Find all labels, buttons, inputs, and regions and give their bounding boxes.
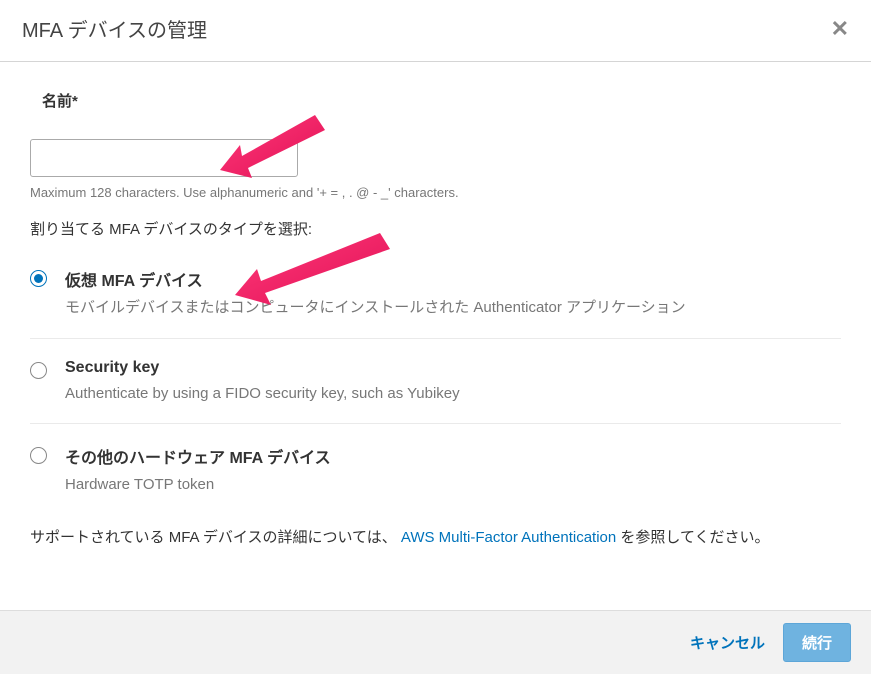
name-label: 名前* [42,90,841,111]
radio-title: Security key [65,359,841,377]
device-type-radio-group: 仮想 MFA デバイス モバイルデバイスまたはコンピュータにインストールされた … [30,257,841,515]
aws-mfa-link[interactable]: AWS Multi-Factor Authentication [401,529,616,546]
radio-text: その他のハードウェア MFA デバイス Hardware TOTP token [65,444,841,497]
radio-text: Security key Authenticate by using a FID… [65,359,841,406]
radio-description: Hardware TOTP token [65,474,841,497]
name-hint: Maximum 128 characters. Use alphanumeric… [30,185,841,200]
modal-title: MFA デバイスの管理 [22,14,207,43]
radio-title: その他のハードウェア MFA デバイス [65,444,841,468]
radio-button[interactable] [30,270,47,287]
radio-title: 仮想 MFA デバイス [65,267,841,291]
cancel-button[interactable]: キャンセル [690,632,765,653]
device-name-input[interactable] [30,139,298,177]
radio-button[interactable] [30,362,47,379]
radio-description: モバイルデバイスまたはコンピュータにインストールされた Authenticato… [65,297,841,320]
radio-option-security-key[interactable]: Security key Authenticate by using a FID… [30,349,841,425]
device-type-label: 割り当てる MFA デバイスのタイプを選択: [30,218,841,239]
modal-footer: キャンセル 続行 [0,610,871,674]
radio-button[interactable] [30,447,47,464]
support-prefix: サポートされている MFA デバイスの詳細については、 [30,529,397,546]
support-text: サポートされている MFA デバイスの詳細については、 AWS Multi-Fa… [30,525,841,551]
support-suffix: を参照してください。 [616,529,769,546]
close-icon[interactable]: ✕ [831,18,849,40]
radio-text: 仮想 MFA デバイス モバイルデバイスまたはコンピュータにインストールされた … [65,267,841,320]
continue-button[interactable]: 続行 [783,623,851,662]
modal-body: 名前* Maximum 128 characters. Use alphanum… [0,62,871,560]
radio-option-virtual-mfa[interactable]: 仮想 MFA デバイス モバイルデバイスまたはコンピュータにインストールされた … [30,257,841,339]
radio-option-hardware-mfa[interactable]: その他のハードウェア MFA デバイス Hardware TOTP token [30,434,841,515]
modal-header: MFA デバイスの管理 ✕ [0,0,871,62]
radio-description: Authenticate by using a FIDO security ke… [65,383,841,406]
